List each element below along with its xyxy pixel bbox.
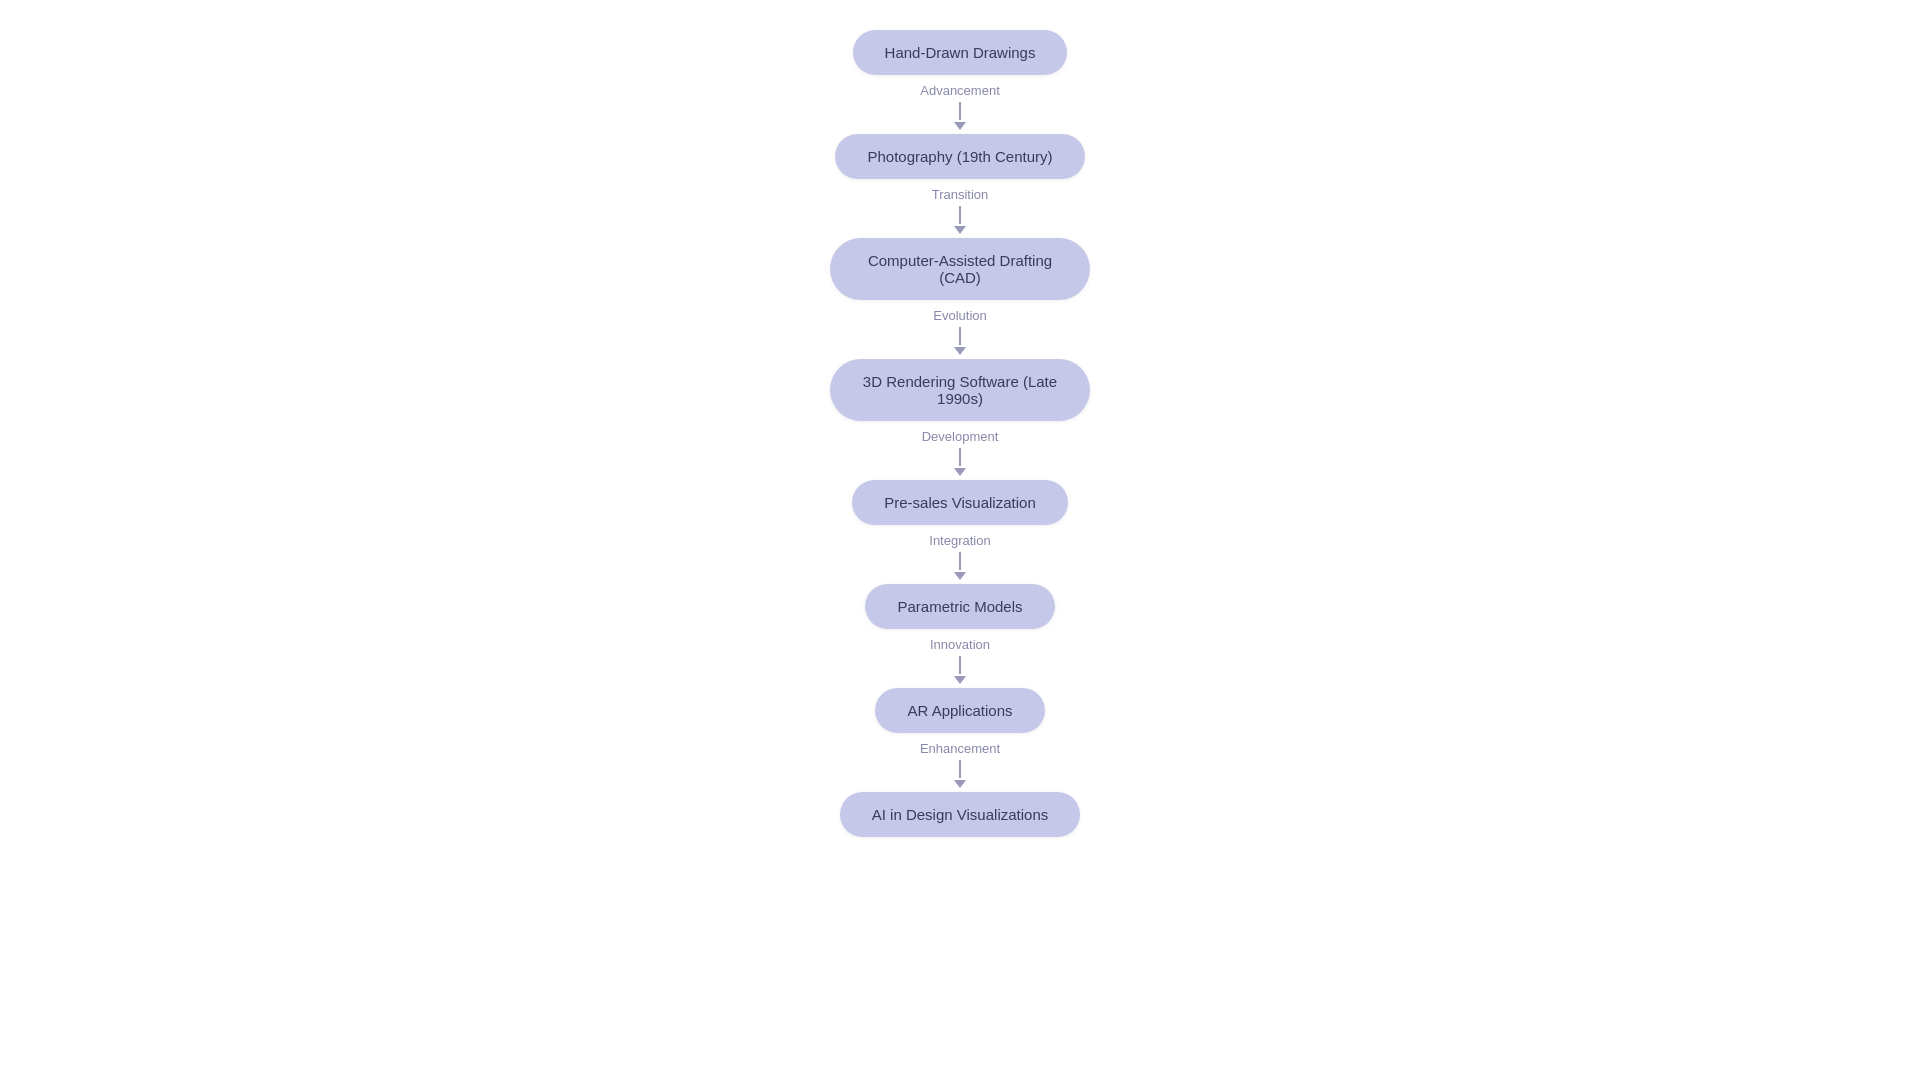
- arrow-line-4: [959, 448, 961, 466]
- connector-enhancement: Enhancement: [920, 733, 1000, 792]
- arrow-line-6: [959, 656, 961, 674]
- arrow-line-7: [959, 760, 961, 778]
- node-hand-drawn: Hand-Drawn Drawings: [853, 30, 1068, 75]
- flowchart: Hand-Drawn Drawings Advancement Photogra…: [760, 0, 1160, 867]
- node-cad: Computer-Assisted Drafting (CAD): [830, 238, 1090, 300]
- connector-evolution: Evolution: [933, 300, 986, 359]
- arrow-head-1: [954, 122, 966, 130]
- arrow-line-5: [959, 552, 961, 570]
- connector-transition: Transition: [932, 179, 989, 238]
- connector-label-advancement: Advancement: [920, 83, 1000, 98]
- connector-label-development: Development: [922, 429, 999, 444]
- arrow-line-1: [959, 102, 961, 120]
- connector-label-innovation: Innovation: [930, 637, 990, 652]
- arrow-head-2: [954, 226, 966, 234]
- node-parametric: Parametric Models: [865, 584, 1054, 629]
- node-presales: Pre-sales Visualization: [852, 480, 1067, 525]
- node-ar: AR Applications: [875, 688, 1044, 733]
- connector-innovation: Innovation: [930, 629, 990, 688]
- arrow-head-4: [954, 468, 966, 476]
- arrow-head-3: [954, 347, 966, 355]
- connector-advancement: Advancement: [920, 75, 1000, 134]
- connector-label-integration: Integration: [929, 533, 990, 548]
- arrow-head-6: [954, 676, 966, 684]
- connector-label-evolution: Evolution: [933, 308, 986, 323]
- node-rendering: 3D Rendering Software (Late 1990s): [830, 359, 1090, 421]
- connector-label-enhancement: Enhancement: [920, 741, 1000, 756]
- node-photography: Photography (19th Century): [835, 134, 1084, 179]
- arrow-line-3: [959, 327, 961, 345]
- connector-development: Development: [922, 421, 999, 480]
- node-ai: AI in Design Visualizations: [840, 792, 1080, 837]
- arrow-line-2: [959, 206, 961, 224]
- arrow-head-7: [954, 780, 966, 788]
- arrow-head-5: [954, 572, 966, 580]
- connector-label-transition: Transition: [932, 187, 989, 202]
- connector-integration: Integration: [929, 525, 990, 584]
